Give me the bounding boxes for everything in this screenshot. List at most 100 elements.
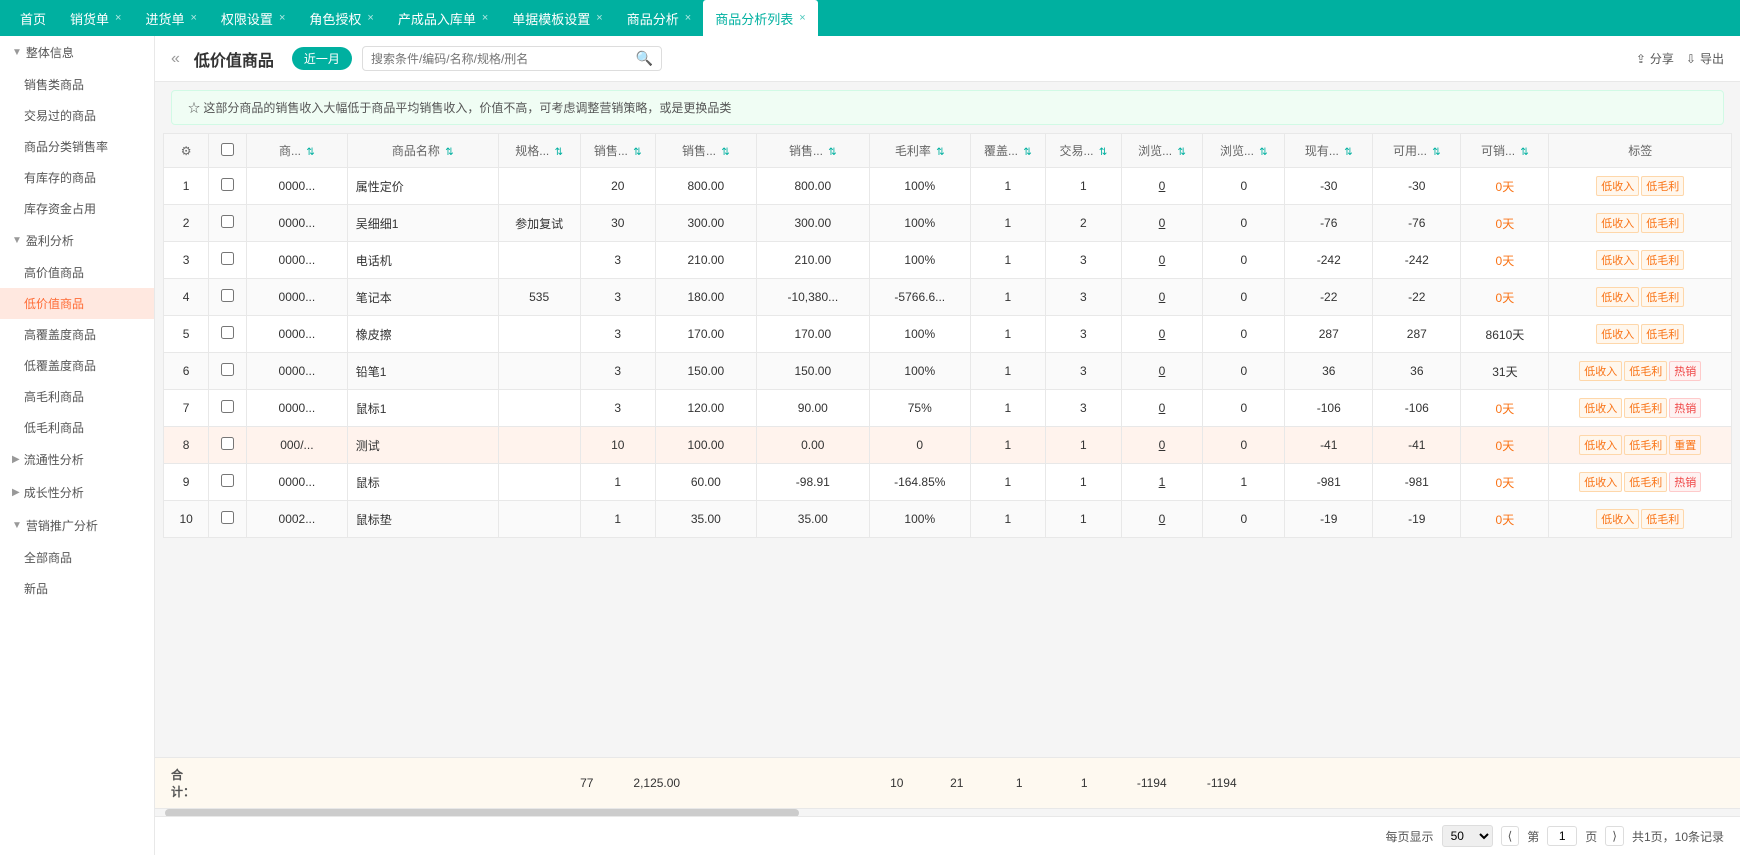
- sidebar-group-growth[interactable]: ▶ 成长性分析: [0, 476, 154, 509]
- cell-check[interactable]: [209, 427, 247, 464]
- nav-purchase[interactable]: 进货单 ×: [133, 0, 208, 36]
- cell-name[interactable]: 笔记本: [347, 279, 498, 316]
- cell-browse1[interactable]: 0: [1121, 168, 1203, 205]
- cell-name[interactable]: 电话机: [347, 242, 498, 279]
- browse1-link[interactable]: 0: [1159, 364, 1166, 378]
- col-tags-header[interactable]: 标签: [1549, 134, 1732, 168]
- browse1-link[interactable]: 1: [1159, 475, 1166, 489]
- horizontal-scrollbar[interactable]: [155, 808, 1740, 816]
- sidebar-group-profit[interactable]: ▼ 盈利分析: [0, 224, 154, 257]
- cell-name[interactable]: 鼠标1: [347, 390, 498, 427]
- sidebar-item-stock-products[interactable]: 有库存的商品: [0, 162, 154, 193]
- search-input[interactable]: [371, 52, 636, 66]
- row-checkbox[interactable]: [221, 252, 234, 265]
- cell-browse1[interactable]: 0: [1121, 501, 1203, 538]
- cell-name[interactable]: 属性定价: [347, 168, 498, 205]
- close-purchase-tab[interactable]: ×: [190, 12, 196, 24]
- sidebar-group-circulation[interactable]: ▶ 流通性分析: [0, 443, 154, 476]
- cell-check[interactable]: [209, 501, 247, 538]
- cell-check[interactable]: [209, 390, 247, 427]
- filter-recent-month-button[interactable]: 近一月: [292, 47, 352, 70]
- row-checkbox[interactable]: [221, 511, 234, 524]
- row-checkbox[interactable]: [221, 437, 234, 450]
- col-sale-price-header[interactable]: 销售... ⇅: [656, 134, 757, 168]
- nav-product-analysis-list[interactable]: 商品分析列表 ×: [703, 0, 817, 36]
- sidebar-item-low-value[interactable]: 低价值商品: [0, 288, 154, 319]
- cell-check[interactable]: [209, 242, 247, 279]
- cell-browse1[interactable]: 0: [1121, 279, 1203, 316]
- col-check-header[interactable]: [209, 134, 247, 168]
- nav-template[interactable]: 单据模板设置 ×: [500, 0, 614, 36]
- close-sales-tab[interactable]: ×: [115, 12, 121, 24]
- browse1-link[interactable]: 0: [1159, 179, 1166, 193]
- col-browse2-header[interactable]: 浏览... ⇅: [1203, 134, 1285, 168]
- cell-check[interactable]: [209, 464, 247, 501]
- export-button[interactable]: ⇩ 导出: [1686, 50, 1724, 67]
- col-spec-header[interactable]: 规格... ⇅: [498, 134, 580, 168]
- cell-check[interactable]: [209, 353, 247, 390]
- row-checkbox[interactable]: [221, 326, 234, 339]
- search-icon[interactable]: 🔍: [636, 50, 653, 67]
- sidebar-item-high-value[interactable]: 高价值商品: [0, 257, 154, 288]
- browse1-link[interactable]: 0: [1159, 401, 1166, 415]
- browse1-link[interactable]: 0: [1159, 290, 1166, 304]
- close-permissions-tab[interactable]: ×: [279, 12, 285, 24]
- col-browse1-header[interactable]: 浏览... ⇅: [1121, 134, 1203, 168]
- sidebar-item-low-margin[interactable]: 低毛利商品: [0, 412, 154, 443]
- sidebar-item-traded-products[interactable]: 交易过的商品: [0, 100, 154, 131]
- cell-browse1[interactable]: 0: [1121, 316, 1203, 353]
- col-sellable-header[interactable]: 可销... ⇅: [1461, 134, 1549, 168]
- cell-check[interactable]: [209, 168, 247, 205]
- cell-name[interactable]: 铅笔1: [347, 353, 498, 390]
- per-page-select[interactable]: 50 20 100: [1442, 825, 1493, 847]
- cell-browse1[interactable]: 1: [1121, 464, 1203, 501]
- sidebar-item-category-rate[interactable]: 商品分类销售率: [0, 131, 154, 162]
- nav-sales[interactable]: 销货单 ×: [58, 0, 133, 36]
- share-button[interactable]: ⇪ 分享: [1636, 50, 1674, 67]
- cell-name[interactable]: 鼠标: [347, 464, 498, 501]
- sidebar-item-high-margin[interactable]: 高毛利商品: [0, 381, 154, 412]
- cell-check[interactable]: [209, 279, 247, 316]
- browse1-link[interactable]: 0: [1159, 438, 1166, 452]
- sidebar-item-high-coverage[interactable]: 高覆盖度商品: [0, 319, 154, 350]
- cell-browse1[interactable]: 0: [1121, 427, 1203, 464]
- col-sale-qty-header[interactable]: 销售... ⇅: [580, 134, 656, 168]
- cell-check[interactable]: [209, 316, 247, 353]
- cell-browse1[interactable]: 0: [1121, 353, 1203, 390]
- select-all-checkbox[interactable]: [221, 143, 234, 156]
- close-inventory-tab[interactable]: ×: [482, 12, 488, 24]
- col-sale-amount-header[interactable]: 销售... ⇅: [756, 134, 869, 168]
- cell-browse1[interactable]: 0: [1121, 242, 1203, 279]
- sidebar-item-sales-products[interactable]: 销售类商品: [0, 69, 154, 100]
- browse1-link[interactable]: 0: [1159, 512, 1166, 526]
- nav-product-analysis[interactable]: 商品分析 ×: [615, 0, 703, 36]
- cell-name[interactable]: 测试: [347, 427, 498, 464]
- nav-permissions[interactable]: 权限设置 ×: [209, 0, 297, 36]
- page-number-input[interactable]: [1547, 826, 1577, 846]
- cell-name[interactable]: 吴细细1: [347, 205, 498, 242]
- sidebar-item-new-products[interactable]: 新品: [0, 573, 154, 604]
- nav-roles[interactable]: 角色授权 ×: [297, 0, 385, 36]
- collapse-sidebar-button[interactable]: «: [171, 50, 180, 68]
- col-settings-header[interactable]: ⚙: [164, 134, 209, 168]
- browse1-link[interactable]: 0: [1159, 253, 1166, 267]
- next-page-button[interactable]: ⟩: [1605, 826, 1624, 846]
- row-checkbox[interactable]: [221, 178, 234, 191]
- row-checkbox[interactable]: [221, 289, 234, 302]
- col-gross-header[interactable]: 毛利率 ⇅: [869, 134, 970, 168]
- close-product-analysis-tab[interactable]: ×: [685, 12, 691, 24]
- cell-browse1[interactable]: 0: [1121, 390, 1203, 427]
- sidebar-group-marketing[interactable]: ▼ 营销推广分析: [0, 509, 154, 542]
- browse1-link[interactable]: 0: [1159, 327, 1166, 341]
- cell-check[interactable]: [209, 205, 247, 242]
- sidebar-item-all-products[interactable]: 全部商品: [0, 542, 154, 573]
- row-checkbox[interactable]: [221, 363, 234, 376]
- col-current-header[interactable]: 现有... ⇅: [1285, 134, 1373, 168]
- nav-home[interactable]: 首页: [8, 0, 58, 36]
- close-product-analysis-list-tab[interactable]: ×: [799, 12, 805, 24]
- col-code-header[interactable]: 商... ⇅: [247, 134, 348, 168]
- nav-inventory[interactable]: 产成品入库单 ×: [386, 0, 500, 36]
- cell-name[interactable]: 橡皮擦: [347, 316, 498, 353]
- close-template-tab[interactable]: ×: [596, 12, 602, 24]
- sidebar-group-overview[interactable]: ▼ 整体信息: [0, 36, 154, 69]
